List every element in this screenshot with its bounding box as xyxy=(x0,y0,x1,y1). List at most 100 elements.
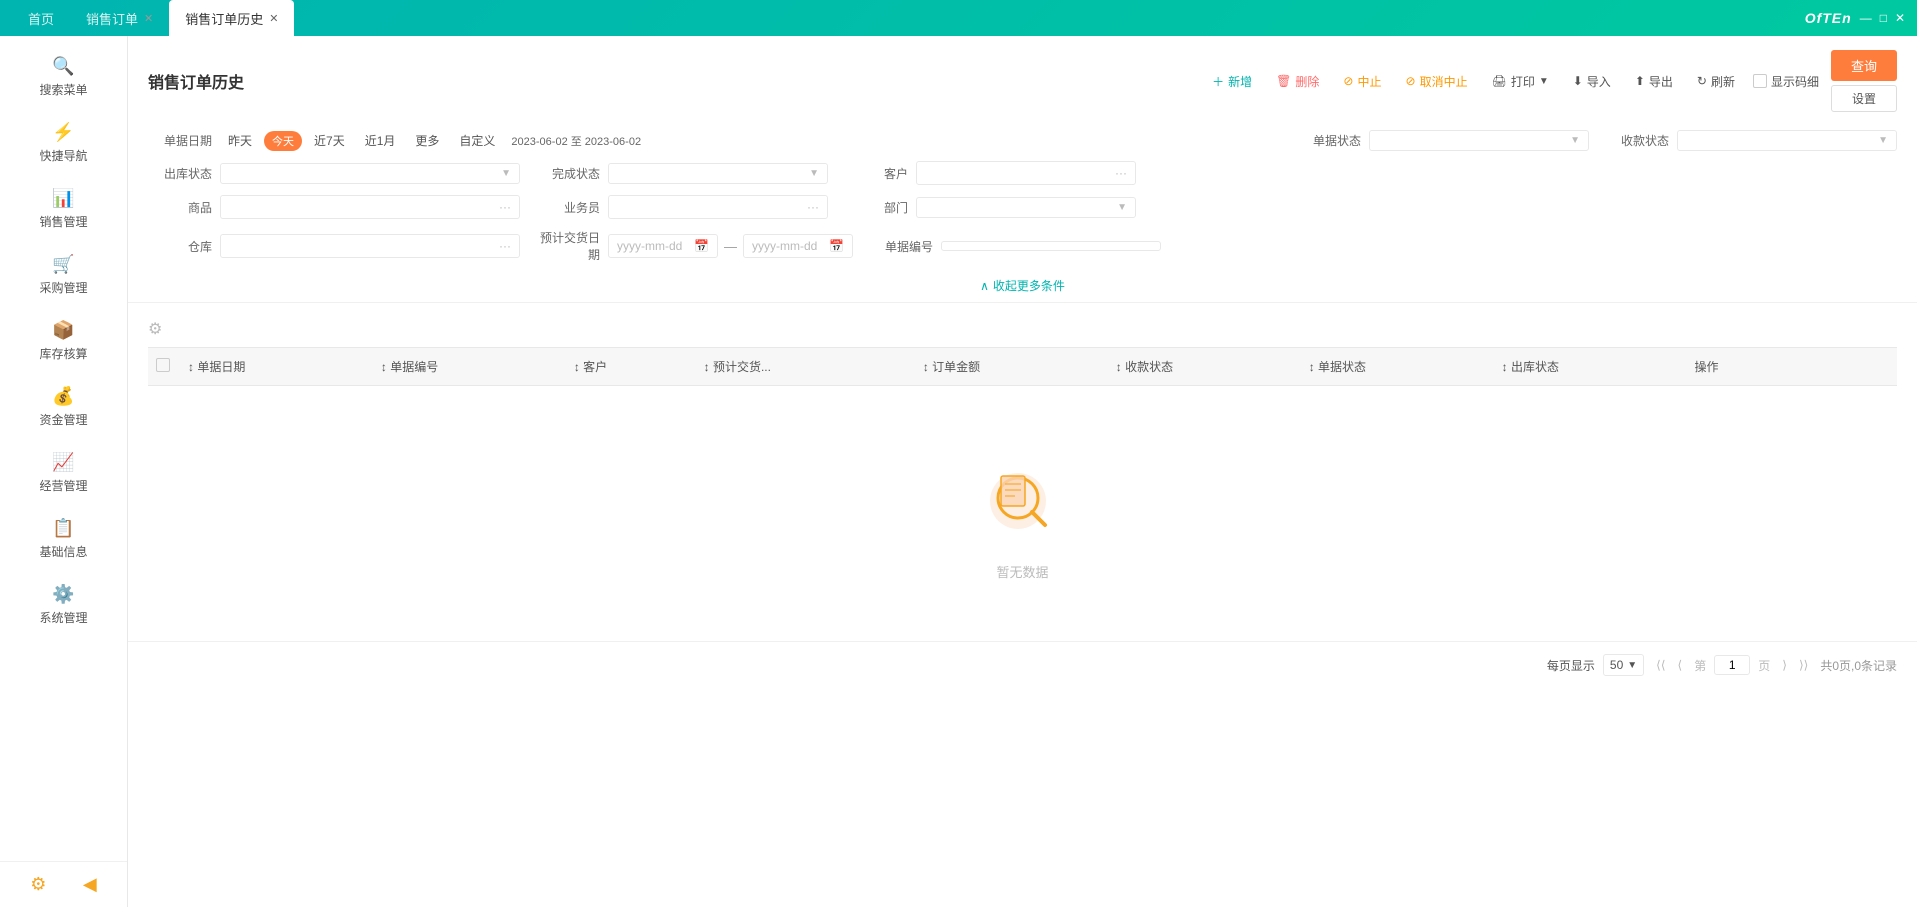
refresh-button[interactable]: ↻ 刷新 xyxy=(1691,69,1741,94)
export-button[interactable]: ⬆ 导出 xyxy=(1629,69,1679,94)
date-tab-custom[interactable]: 自定义 xyxy=(451,130,503,151)
settings-button[interactable]: 设置 xyxy=(1831,85,1897,112)
query-button[interactable]: 查询 xyxy=(1831,50,1897,81)
table-col-amount: ↕ 订单金额 xyxy=(915,348,1108,386)
tab-sales-order[interactable]: 销售订单 ✕ xyxy=(70,0,169,36)
outbound-status-select[interactable]: ▼ xyxy=(220,163,520,184)
product-input[interactable]: ··· xyxy=(220,195,520,219)
order-status-select[interactable]: ▼ xyxy=(1369,130,1589,151)
top-bar: 首页 销售订单 ✕ 销售订单历史 ✕ OfTEn — □ ✕ xyxy=(0,0,1917,36)
filter-row-2: 出库状态 ▼ 完成状态 ▼ 客户 ··· xyxy=(148,161,1897,185)
sidebar-item-sales-mgmt[interactable]: 📊 销售管理 xyxy=(0,176,127,242)
salesman-input[interactable]: ··· xyxy=(608,195,828,219)
cancel-stop-button[interactable]: ⊘ 取消中止 xyxy=(1400,69,1474,94)
cancel-stop-icon: ⊘ xyxy=(1406,74,1416,88)
outbound-status-arrow: ▼ xyxy=(501,168,511,179)
stop-label: 中止 xyxy=(1357,73,1381,90)
filter-row-1: 单据日期 昨天 今天 近7天 近1月 更多 自定义 2023-06-02 至 2… xyxy=(148,130,1897,151)
sidebar-item-search-menu[interactable]: 🔍 搜索菜单 xyxy=(0,44,127,110)
print-dropdown-icon: ▼ xyxy=(1539,76,1549,87)
warehouse-input[interactable]: ··· xyxy=(220,234,520,258)
page-input[interactable] xyxy=(1714,655,1750,675)
date-range-display: 2023-06-02 至 2023-06-02 xyxy=(511,133,641,149)
refresh-label: 刷新 xyxy=(1711,73,1735,90)
table-settings-icon[interactable]: ⚙ xyxy=(148,319,162,339)
page-last-btn[interactable]: ⟩⟩ xyxy=(1795,656,1812,674)
sidebar-item-basic-info[interactable]: 📋 基础信息 xyxy=(0,506,127,572)
expected-delivery-range: yyyy-mm-dd 📅 — yyyy-mm-dd 📅 xyxy=(608,234,853,258)
page-first-btn[interactable]: ⟨⟨ xyxy=(1652,656,1669,674)
table-container: ⚙ ↕ 单据日期 ↕ 单据编号 ↕ xyxy=(128,311,1917,641)
delivery-date-to[interactable]: yyyy-mm-dd 📅 xyxy=(743,234,853,258)
customer-input[interactable]: ··· xyxy=(916,161,1136,185)
col-delivery-label: ↕ 预计交货... xyxy=(704,360,771,374)
page-label: 页 xyxy=(1754,655,1774,676)
tab-home[interactable]: 首页 xyxy=(12,0,70,36)
per-page-select[interactable]: 50 ▼ xyxy=(1603,654,1644,676)
header-checkbox[interactable] xyxy=(156,358,170,372)
sidebar-item-operation-mgmt[interactable]: 📈 经营管理 xyxy=(0,440,127,506)
tab-sales-order-history-close[interactable]: ✕ xyxy=(269,12,278,25)
pagination-bar: 每页显示 50 ▼ ⟨⟨ ⟨ 第 页 ⟩ ⟩⟩ 共0页,0条记录 xyxy=(128,641,1917,688)
import-button[interactable]: ⬇ 导入 xyxy=(1567,69,1617,94)
stop-button[interactable]: ⊘ 中止 xyxy=(1337,69,1387,94)
filter-area: 单据日期 昨天 今天 近7天 近1月 更多 自定义 2023-06-02 至 2… xyxy=(128,122,1917,303)
dept-select[interactable]: ▼ xyxy=(916,197,1136,218)
delete-button[interactable]: 🗑 删除 xyxy=(1270,69,1325,94)
tab-sales-order-history[interactable]: 销售订单历史 ✕ xyxy=(169,0,294,36)
collapse-more-conditions[interactable]: ∧ 收起更多条件 xyxy=(148,273,1897,298)
tab-sales-order-label: 销售订单 xyxy=(86,9,138,28)
table-col-out-status: ↕ 出库状态 xyxy=(1494,348,1687,386)
sidebar-item-inventory-calc-label: 库存核算 xyxy=(39,345,87,362)
display-columns-check[interactable]: 显示码细 xyxy=(1753,73,1819,90)
empty-icon xyxy=(973,446,1073,546)
empty-text: 暂无数据 xyxy=(996,562,1048,581)
capital-mgmt-icon: 💰 xyxy=(52,386,74,407)
window-close[interactable]: ✕ xyxy=(1895,11,1905,25)
table-col-no: ↕ 单据编号 xyxy=(373,348,566,386)
page-next-btn[interactable]: ⟩ xyxy=(1778,656,1791,674)
date-tabs: 昨天 今天 近7天 近1月 更多 自定义 xyxy=(220,130,503,151)
add-button[interactable]: ＋ 新增 xyxy=(1206,69,1258,94)
sidebar-item-quick-nav[interactable]: ⚡ 快捷导航 xyxy=(0,110,127,176)
per-page-arrow: ▼ xyxy=(1627,660,1637,671)
collapse-arrow-icon: ∧ xyxy=(980,279,989,293)
window-maximize[interactable]: □ xyxy=(1880,11,1887,25)
query-settings-group: 查询 设置 xyxy=(1831,50,1897,112)
table-header-checkbox[interactable] xyxy=(148,348,180,386)
receipt-status-select[interactable]: ▼ xyxy=(1677,130,1897,151)
print-button[interactable]: 🖨 打印 ▼ xyxy=(1486,69,1555,94)
date-tab-more[interactable]: 更多 xyxy=(407,130,447,151)
sidebar-item-system-mgmt[interactable]: ⚙️ 系统管理 xyxy=(0,572,127,638)
complete-status-select[interactable]: ▼ xyxy=(608,163,828,184)
date-tab-yesterday[interactable]: 昨天 xyxy=(220,130,260,151)
purchase-mgmt-icon: 🛒 xyxy=(52,254,74,275)
date-tab-1month[interactable]: 近1月 xyxy=(357,130,404,151)
window-controls: OfTEn — □ ✕ xyxy=(1805,10,1905,26)
sidebar-item-capital-mgmt[interactable]: 💰 资金管理 xyxy=(0,374,127,440)
dept-label: 部门 xyxy=(844,199,916,216)
date-filter-section: 昨天 今天 近7天 近1月 更多 自定义 2023-06-02 至 2023-0… xyxy=(220,130,1281,151)
system-mgmt-icon: ⚙️ xyxy=(52,584,74,605)
sidebar-item-inventory-calc[interactable]: 📦 库存核算 xyxy=(0,308,127,374)
sidebar-item-purchase-mgmt[interactable]: 🛒 采购管理 xyxy=(0,242,127,308)
sidebar-settings-icon[interactable]: ⚙ xyxy=(30,874,46,895)
page-prev-btn[interactable]: ⟨ xyxy=(1674,656,1687,674)
basic-info-icon: 📋 xyxy=(52,518,74,539)
delivery-date-from[interactable]: yyyy-mm-dd 📅 xyxy=(608,234,718,258)
warehouse-ellipsis: ··· xyxy=(499,239,511,253)
order-status-arrow: ▼ xyxy=(1570,135,1580,146)
order-no-input[interactable] xyxy=(941,241,1161,251)
salesman-label: 业务员 xyxy=(536,199,608,216)
sidebar-collapse-icon[interactable]: ◀ xyxy=(83,874,97,895)
display-columns-label: 显示码细 xyxy=(1771,73,1819,90)
empty-svg xyxy=(973,446,1073,546)
page-jump-label: 第 xyxy=(1690,655,1710,676)
date-tab-7days[interactable]: 近7天 xyxy=(306,130,353,151)
print-label: 打印 xyxy=(1511,73,1535,90)
window-minimize[interactable]: — xyxy=(1860,11,1872,25)
date-tab-today[interactable]: 今天 xyxy=(264,131,302,151)
tab-sales-order-close[interactable]: ✕ xyxy=(144,12,153,25)
date-separator: — xyxy=(724,239,737,254)
window-brand: OfTEn xyxy=(1805,10,1852,26)
